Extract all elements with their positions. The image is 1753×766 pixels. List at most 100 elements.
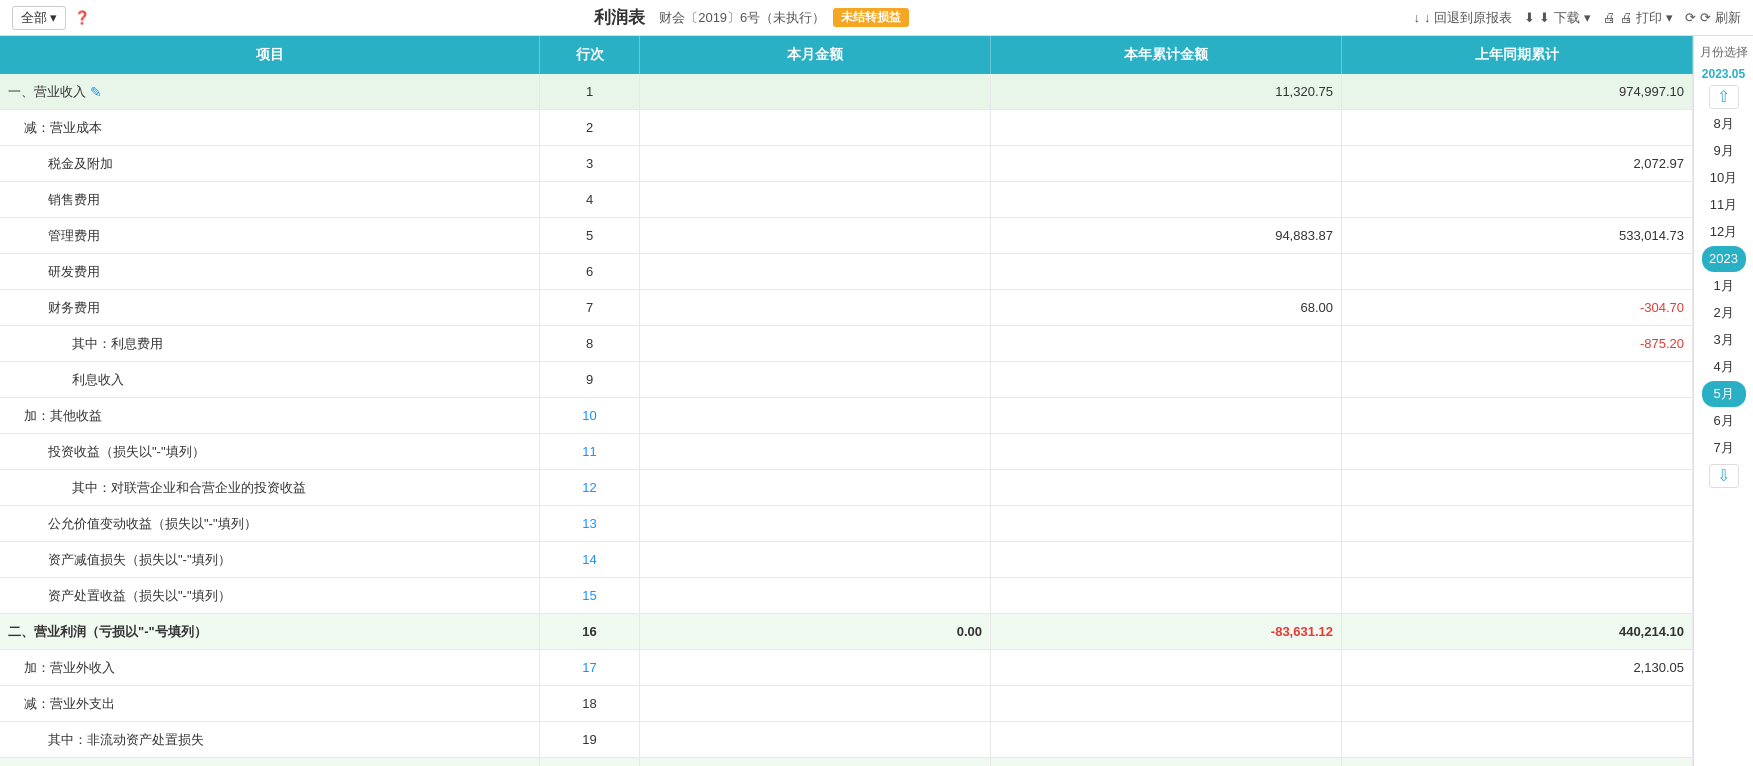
table-header: 项目 行次 本月金额 本年累计金额 上年同期累计	[0, 36, 1693, 74]
table-row: 资产减值损失（损失以"-"填列）14	[0, 542, 1693, 578]
sidebar-month-item[interactable]: 2023	[1702, 246, 1746, 272]
current-month-value	[640, 506, 991, 541]
sidebar-month-item[interactable]: 9月	[1702, 138, 1746, 164]
sidebar-month-item[interactable]: 5月	[1702, 381, 1746, 407]
sidebar-month-item[interactable]: 6月	[1702, 408, 1746, 434]
row-number: 19	[540, 722, 640, 757]
prior-ytd-value: 974,997.10	[1342, 74, 1693, 109]
table-row: 减：营业成本2	[0, 110, 1693, 146]
download-button[interactable]: ⬇ ⬇ 下载 ▾	[1524, 9, 1591, 27]
download-arrow-icon: ▾	[1584, 10, 1591, 25]
col-header-current-month: 本月金额	[640, 36, 991, 74]
ytd-value: 11,320.75	[991, 74, 1342, 109]
current-month-value	[640, 74, 991, 109]
row-number: 6	[540, 254, 640, 289]
prior-ytd-value	[1342, 506, 1693, 541]
row-label: 利息收入	[0, 362, 540, 397]
table-row: 三、利润总额（亏损总额以"-"号填列）200.00-83,631.12442,3…	[0, 758, 1693, 766]
sidebar-up-button[interactable]: ⇧	[1709, 85, 1739, 109]
ytd-value	[991, 362, 1342, 397]
prior-ytd-value: 442,344.15	[1342, 758, 1693, 766]
current-month-value: 0.00	[640, 758, 991, 766]
ytd-value	[991, 650, 1342, 685]
status-badge: 未结转损益	[833, 8, 909, 27]
table-row: 加：其他收益10	[0, 398, 1693, 434]
sidebar-month-item[interactable]: 7月	[1702, 435, 1746, 461]
table-row: 其中：利息费用8-875.20	[0, 326, 1693, 362]
row-label: 管理费用	[0, 218, 540, 253]
row-label: 其中：非流动资产处置损失	[0, 722, 540, 757]
prior-ytd-value	[1342, 578, 1693, 613]
row-number: 7	[540, 290, 640, 325]
table-area: 项目 行次 本月金额 本年累计金额 上年同期累计 一、营业收入✎111,320.…	[0, 36, 1693, 766]
refresh-button[interactable]: ⟳ ⟳ 刷新	[1685, 9, 1741, 27]
report-subtitle: 财会〔2019〕6号（未执行）	[659, 9, 825, 27]
row-number: 5	[540, 218, 640, 253]
main-container: 项目 行次 本月金额 本年累计金额 上年同期累计 一、营业收入✎111,320.…	[0, 36, 1753, 766]
scope-dropdown[interactable]: 全部 ▾	[12, 6, 66, 30]
row-number: 4	[540, 182, 640, 217]
ytd-value	[991, 182, 1342, 217]
current-month-value	[640, 182, 991, 217]
col-header-prior-ytd: 上年同期累计	[1342, 36, 1693, 74]
table-row: 研发费用6	[0, 254, 1693, 290]
sidebar-down-button[interactable]: ⇩	[1709, 464, 1739, 488]
row-number: 16	[540, 614, 640, 649]
row-label: 一、营业收入✎	[0, 74, 540, 109]
current-month-value	[640, 326, 991, 361]
row-label: 其中：对联营企业和合营企业的投资收益	[0, 470, 540, 505]
row-number[interactable]: 12	[540, 470, 640, 505]
row-label: 销售费用	[0, 182, 540, 217]
help-icon[interactable]: ❓	[74, 10, 90, 25]
top-bar-left: 全部 ▾ ❓	[12, 6, 90, 30]
prior-ytd-value	[1342, 182, 1693, 217]
sidebar-month-item[interactable]: 10月	[1702, 165, 1746, 191]
sidebar-month-item[interactable]: 11月	[1702, 192, 1746, 218]
table-row: 资产处置收益（损失以"-"填列）15	[0, 578, 1693, 614]
ytd-value	[991, 542, 1342, 577]
sidebar-month-item[interactable]: 3月	[1702, 327, 1746, 353]
table-row: 加：营业外收入172,130.05	[0, 650, 1693, 686]
sidebar-month-item[interactable]: 2月	[1702, 300, 1746, 326]
ytd-value: -83,631.12	[991, 758, 1342, 766]
right-sidebar: 月份选择 2023.05 ⇧ 8月9月10月11月12月20231月2月3月4月…	[1693, 36, 1753, 766]
row-number[interactable]: 17	[540, 650, 640, 685]
row-label: 三、利润总额（亏损总额以"-"号填列）	[0, 758, 540, 766]
prior-ytd-value: 533,014.73	[1342, 218, 1693, 253]
sidebar-month-item[interactable]: 12月	[1702, 219, 1746, 245]
print-button[interactable]: 🖨 🖨 打印 ▾	[1603, 9, 1674, 27]
prior-ytd-value	[1342, 398, 1693, 433]
current-month-value	[640, 722, 991, 757]
prior-ytd-value	[1342, 110, 1693, 145]
ytd-value	[991, 254, 1342, 289]
row-label: 投资收益（损失以"-"填列）	[0, 434, 540, 469]
row-number: 9	[540, 362, 640, 397]
row-label: 减：营业外支出	[0, 686, 540, 721]
row-number[interactable]: 14	[540, 542, 640, 577]
row-label: 加：其他收益	[0, 398, 540, 433]
row-label: 减：营业成本	[0, 110, 540, 145]
current-month-value	[640, 686, 991, 721]
row-label: 资产处置收益（损失以"-"填列）	[0, 578, 540, 613]
row-number[interactable]: 10	[540, 398, 640, 433]
current-month-value	[640, 542, 991, 577]
row-number[interactable]: 15	[540, 578, 640, 613]
edit-icon[interactable]: ✎	[90, 84, 102, 100]
download-icon: ⬇	[1524, 10, 1535, 25]
scope-label: 全部	[21, 9, 47, 27]
sidebar-month-item[interactable]: 1月	[1702, 273, 1746, 299]
current-month-value	[640, 398, 991, 433]
back-button[interactable]: ↓ ↓ 回退到原报表	[1414, 9, 1513, 27]
table-row: 减：营业外支出18	[0, 686, 1693, 722]
table-row: 利息收入9	[0, 362, 1693, 398]
table-row: 投资收益（损失以"-"填列）11	[0, 434, 1693, 470]
row-number[interactable]: 11	[540, 434, 640, 469]
row-label: 其中：利息费用	[0, 326, 540, 361]
row-number: 20	[540, 758, 640, 766]
dropdown-arrow-icon: ▾	[50, 10, 57, 25]
sidebar-month-item[interactable]: 4月	[1702, 354, 1746, 380]
current-month-value	[640, 434, 991, 469]
prior-ytd-value	[1342, 470, 1693, 505]
sidebar-month-item[interactable]: 8月	[1702, 111, 1746, 137]
row-number[interactable]: 13	[540, 506, 640, 541]
